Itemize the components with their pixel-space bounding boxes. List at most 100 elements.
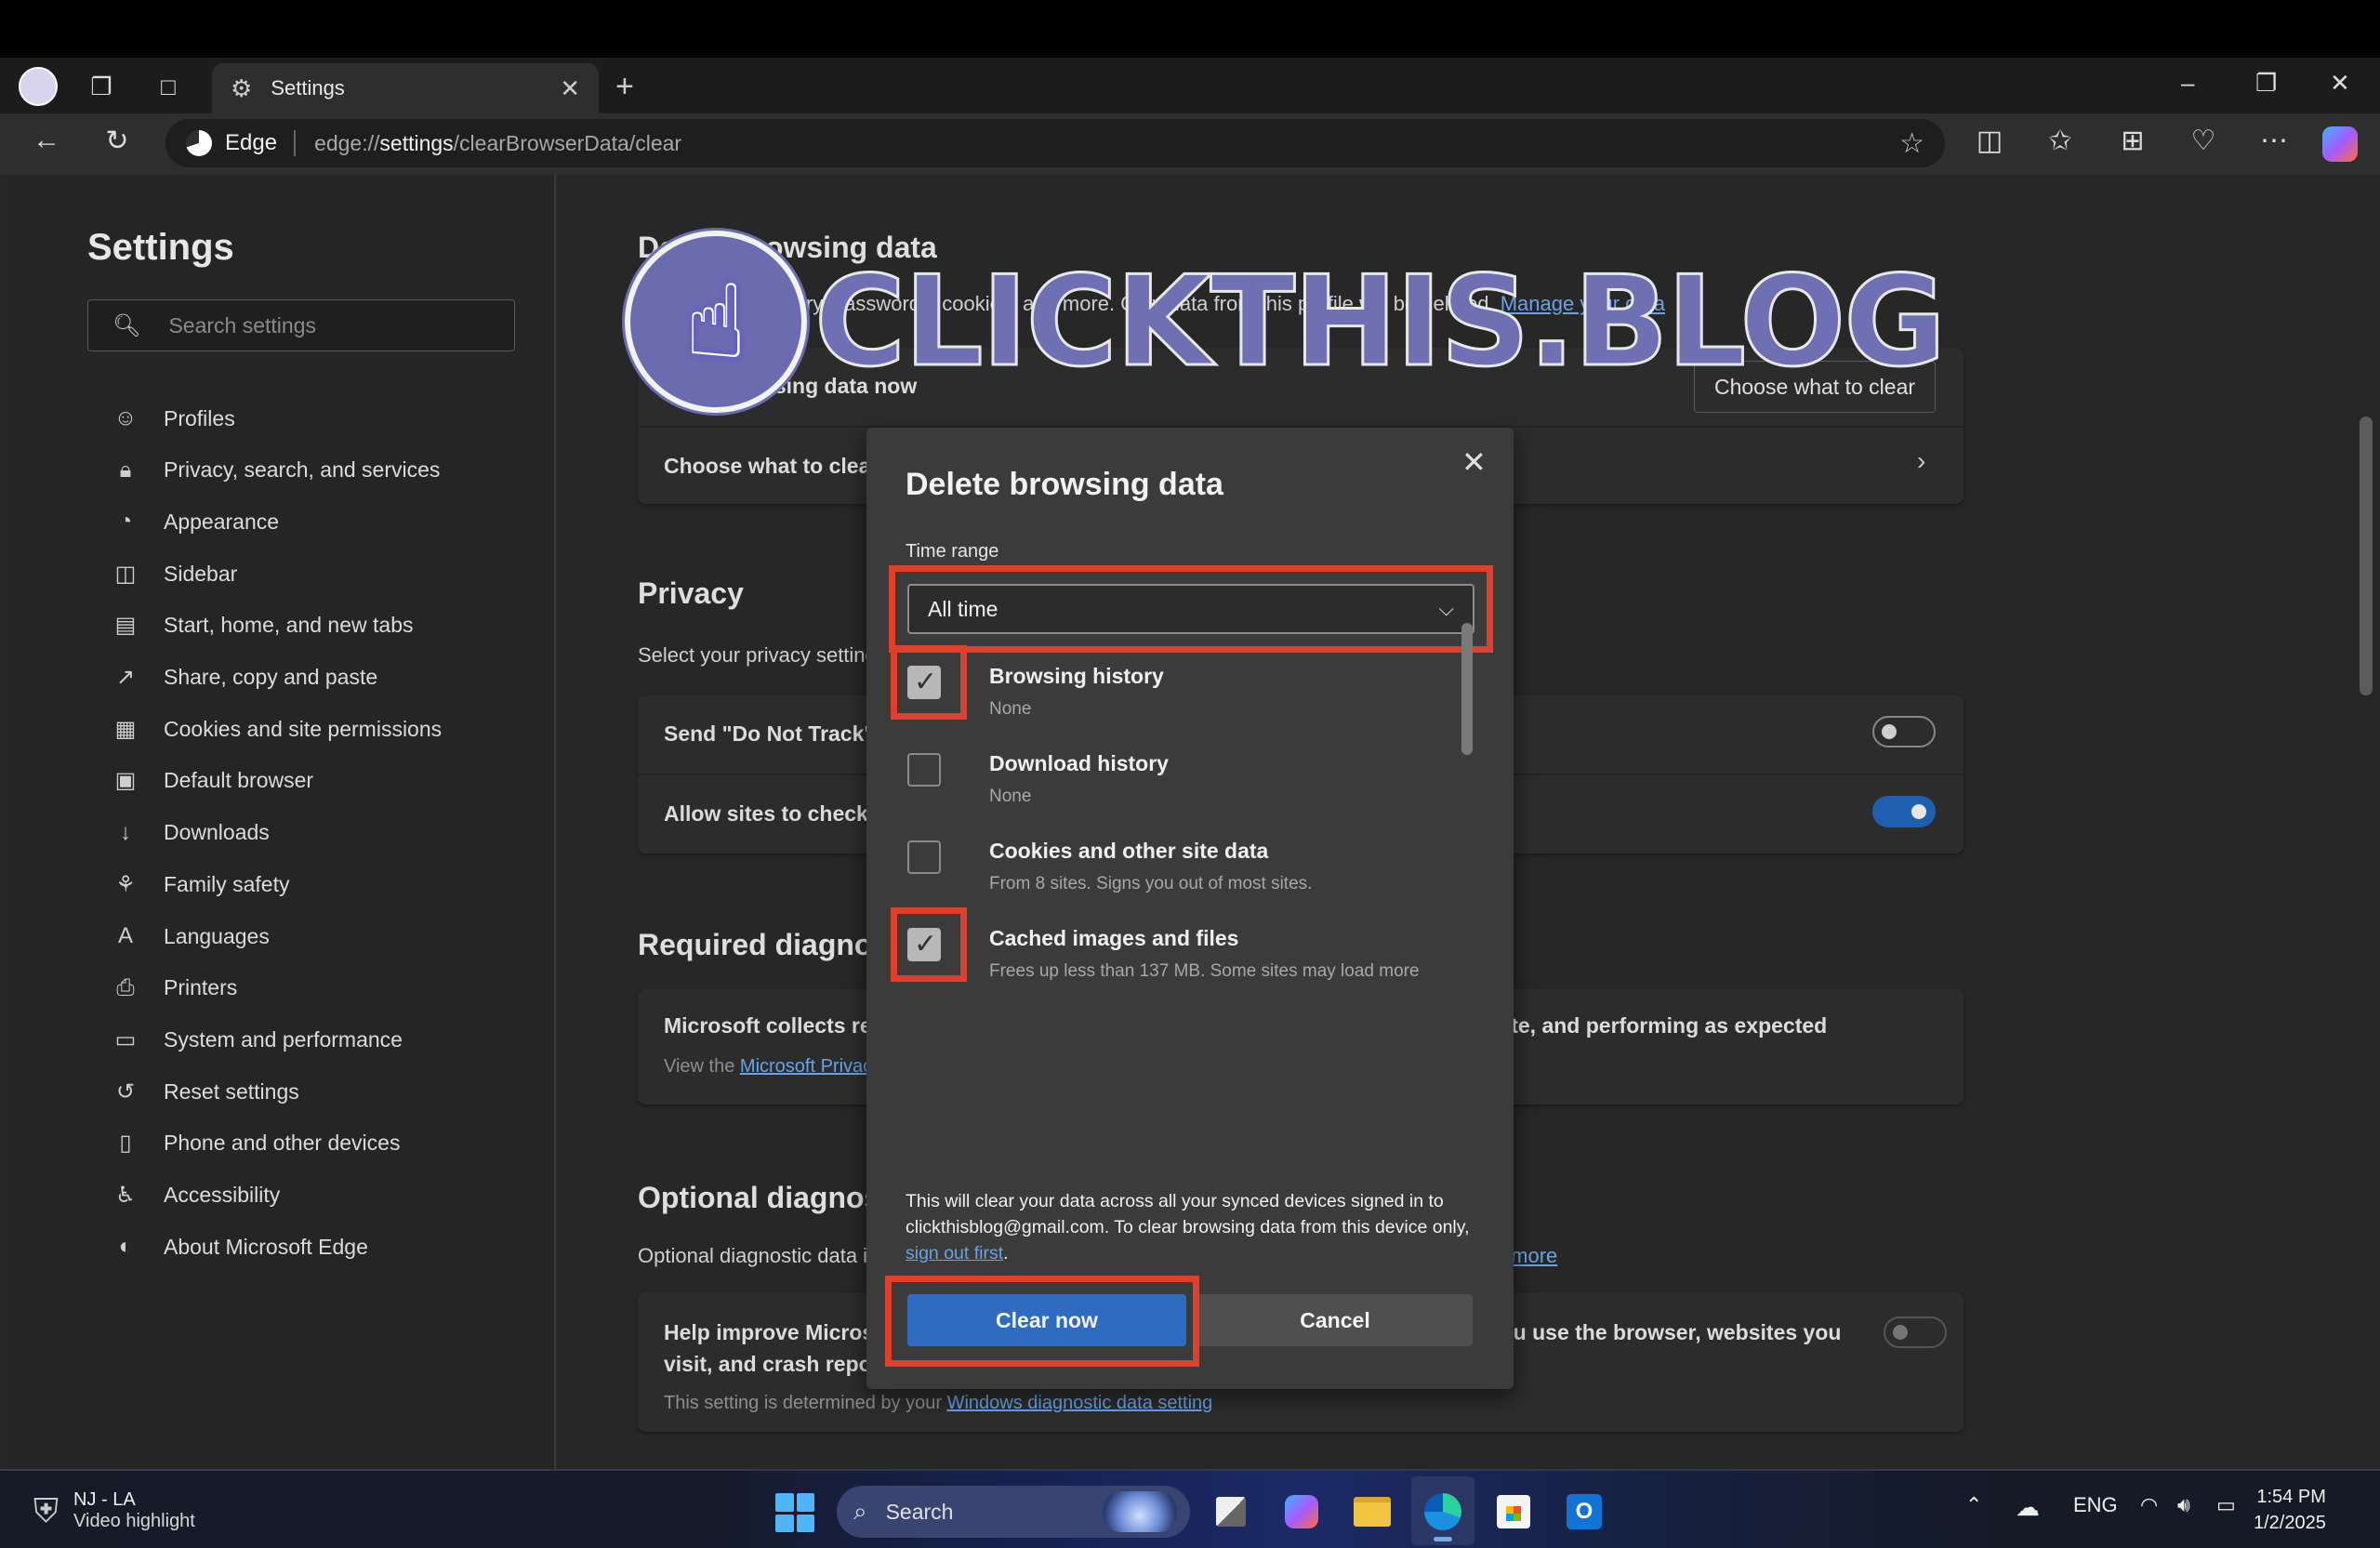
option-sub: None [989,787,1032,806]
highlight-clear-now [885,1276,1199,1367]
sign-out-first-link[interactable]: sign out first [906,1243,1003,1264]
share-icon: ↗ [115,665,136,690]
sidebar-item-default-browser[interactable]: ▣ Default browser [110,761,313,801]
minimize-button[interactable]: – [2181,69,2194,98]
watermark-logo: ☝︎ [625,231,807,413]
copilot-icon[interactable] [1277,1488,1326,1536]
phone-icon: ▯ [119,1131,132,1157]
sidebar-item-share-copy-and-paste[interactable]: ↗ Share, copy and paste [110,657,377,698]
language-indicator[interactable]: ENG [2073,1493,2118,1517]
sidebar-item-phone-and-other-devices[interactable]: ▯ Phone and other devices [110,1123,400,1164]
sidebar-item-family-safety[interactable]: ⚘ Family safety [110,864,289,905]
sidebar-item-start-home-and-new-tabs[interactable]: ▤ Start, home, and new tabs [110,605,414,646]
wifi-icon[interactable]: ◠ [2140,1493,2158,1517]
delete-browsing-data-dialog: Delete browsing data ✕ Time range All ti… [866,428,1514,1389]
widgets-button[interactable]: ⛨ NJ - LA Video highlight [33,1489,195,1532]
task-view-icon[interactable] [1207,1488,1255,1536]
sidebar-item-appearance[interactable]: ◔ Appearance [110,501,279,542]
battery-icon[interactable]: ▭ [2216,1493,2236,1517]
close-tab-icon[interactable]: ✕ [560,74,580,103]
search-settings-input[interactable] [168,312,504,338]
edge-icon: ◐ [118,1234,133,1260]
option-sub: Frees up less than 137 MB. Some sites ma… [989,961,1420,981]
refresh-button[interactable]: ↻ [97,125,138,157]
sidebar-item-cookies-and-site-permissions[interactable]: ▦ Cookies and site permissions [110,708,442,749]
address-bar[interactable]: Edge edge://settings/clearBrowserData/cl… [165,119,1945,167]
file-explorer-icon[interactable] [1348,1488,1396,1536]
option-label: Cookies and other site data [989,839,1269,863]
show-hidden-icons[interactable]: ⌃ [1965,1493,1982,1517]
sidebar-item-label: Default browser [164,768,314,793]
favorite-star-icon[interactable]: ☆ [1899,127,1924,160]
profile-avatar[interactable] [19,67,58,106]
workspaces-icon[interactable]: ❐ [86,71,117,102]
cookies-checkbox[interactable] [907,840,941,874]
new-tab-button[interactable]: + [615,69,634,105]
sidebar-item-profiles[interactable]: ☺ Profiles [110,398,235,439]
data-options-list: Browsing history None Download history N… [866,623,1514,982]
sidebar-item-about-microsoft-edge[interactable]: ◐ About Microsoft Edge [110,1226,368,1267]
chevron-right-icon[interactable]: › [1917,446,1925,476]
more-icon[interactable]: ⋯ [2254,125,2294,157]
navigation-bar: ← ↻ Edge edge://settings/clearBrowserDat… [0,113,2380,175]
sidebar-item-downloads[interactable]: ↓ Downloads [110,813,270,853]
outlook-icon[interactable]: O [1560,1488,1608,1536]
toggle-knob [1882,724,1897,739]
clock[interactable]: 1:54 PM 1/2/2025 [2254,1484,2326,1536]
cookies-icon: ▦ [114,716,137,742]
languages-icon: A [117,923,133,948]
vertical-tabs-icon[interactable]: □ [152,71,184,102]
start-button[interactable] [775,1493,814,1532]
toggle-knob [1893,1325,1908,1340]
sidebar-item-reset-settings[interactable]: ↺ Reset settings [110,1071,299,1112]
tab-settings[interactable]: ⚙ Settings ✕ [212,63,599,113]
back-button[interactable]: ← [26,125,67,156]
windows-diag-setting-link[interactable]: Windows diagnostic data setting [947,1393,1213,1413]
search-settings-field[interactable]: 🔍︎ [87,299,515,351]
accessibility-icon: ♿︎ [115,1183,136,1208]
favorites-icon[interactable]: ✩ [2040,125,2081,157]
url-text[interactable]: edge://settings/clearBrowserData/clear [314,131,681,156]
sidebar-item-accessibility[interactable]: ♿︎ Accessibility [110,1175,280,1216]
optional-diag-toggle[interactable] [1884,1316,1947,1348]
volume-icon[interactable]: 🔊︎ [2177,1493,2190,1517]
sidebar-item-label: Cookies and site permissions [164,716,443,741]
do-not-track-toggle[interactable] [1872,716,1936,748]
sidebar-item-label: Reset settings [164,1078,299,1104]
sidebar-item-printers[interactable]: ⎙ Printers [110,968,237,1009]
options-scrollbar[interactable] [1461,623,1473,755]
page-scrollbar[interactable] [2360,417,2373,695]
store-icon[interactable] [1489,1488,1538,1536]
sidebar-item-sidebar[interactable]: ◫ Sidebar [110,553,238,594]
highlight-browsing-history [891,645,967,720]
split-screen-icon[interactable]: ◫ [1969,125,2010,157]
gear-icon: ⚙ [231,73,253,102]
sidebar-item-privacy-search-and-services[interactable]: 🔒︎ Privacy, search, and services [110,450,441,491]
copilot-icon[interactable] [2322,126,2358,162]
sidebar-item-system-and-performance[interactable]: ▭ System and performance [110,1019,403,1060]
cancel-button[interactable]: Cancel [1197,1294,1473,1346]
clock-date: 1/2/2025 [2254,1513,2326,1533]
close-window-button[interactable]: ✕ [2330,69,2350,98]
sidebar-item-languages[interactable]: A Languages [110,916,270,957]
onedrive-icon[interactable]: ☁ [2016,1493,2040,1522]
tab-strip: ❐ □ ⚙ Settings ✕ + – ❐ ✕ [0,58,2380,113]
option-sub: None [989,699,1032,719]
dialog-title: Delete browsing data [906,467,1223,502]
highlight-time-range [889,565,1493,653]
payment-methods-toggle[interactable] [1872,796,1936,827]
sidebar-icon: ◫ [114,561,137,587]
edge-icon [186,130,212,156]
address-divider [294,130,297,156]
close-dialog-button[interactable]: ✕ [1461,444,1487,480]
browser-essentials-icon[interactable]: ♡ [2183,125,2224,157]
download-history-checkbox[interactable] [907,753,941,787]
toggle-knob [1911,804,1926,819]
option-label: Browsing history [989,664,1164,688]
collections-icon[interactable]: ⊞ [2112,125,2153,157]
taskbar-search[interactable]: ⌕ Search [837,1486,1190,1538]
clock-time: 1:54 PM [2256,1487,2326,1507]
restore-button[interactable]: ❐ [2255,69,2277,98]
pointing-hand-icon: ☝︎ [684,265,747,379]
edge-icon[interactable] [1419,1488,1467,1536]
